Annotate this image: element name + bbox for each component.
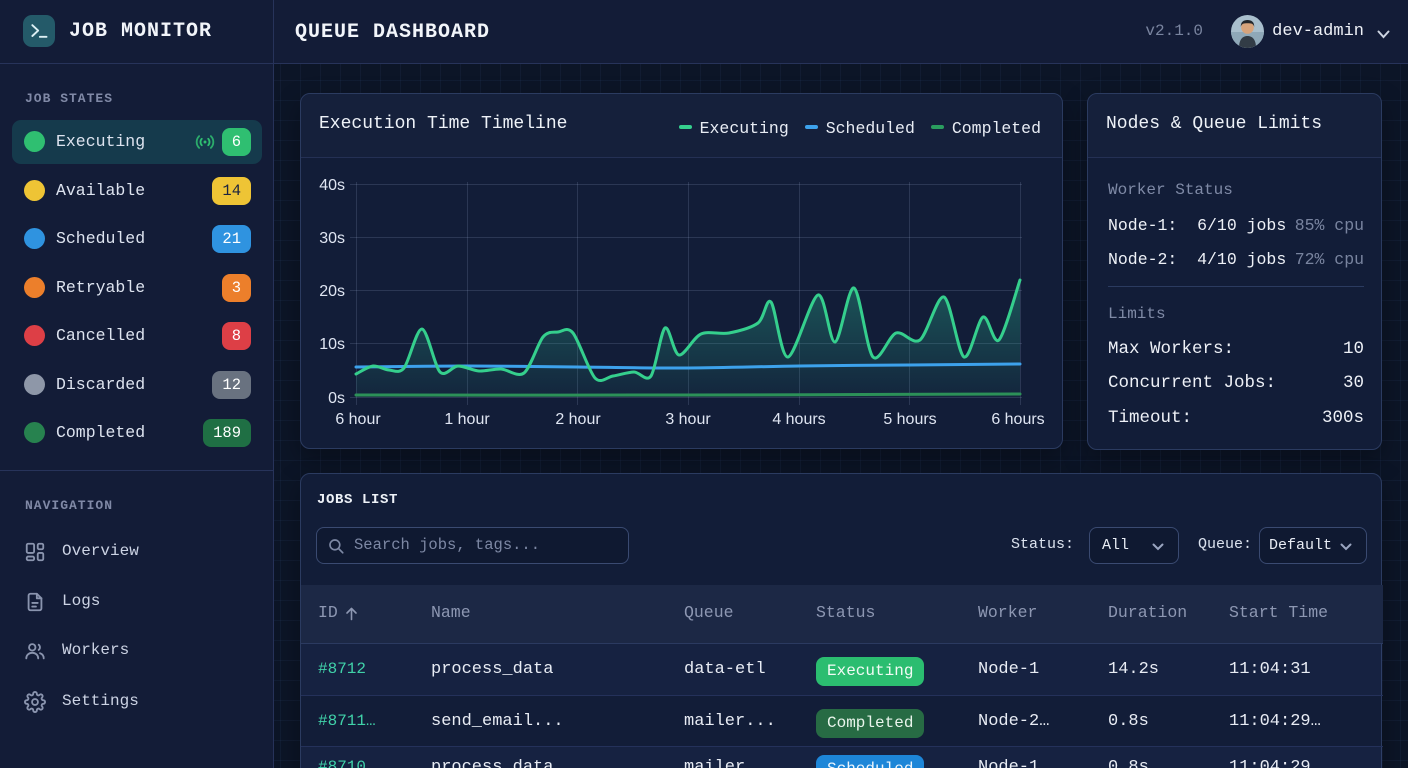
svg-text:6 hour: 6 hour [335, 411, 381, 428]
svg-text:6 hours: 6 hours [991, 411, 1044, 428]
svg-text:10s: 10s [319, 336, 345, 353]
svg-text:20s: 20s [319, 283, 345, 300]
svg-text:2 hour: 2 hour [555, 411, 601, 428]
svg-text:30s: 30s [319, 230, 345, 247]
svg-text:40s: 40s [319, 177, 345, 194]
svg-text:5 hours: 5 hours [883, 411, 936, 428]
svg-text:0s: 0s [328, 390, 345, 407]
svg-text:3 hour: 3 hour [665, 411, 711, 428]
svg-text:4 hours: 4 hours [772, 411, 825, 428]
svg-text:1 hour: 1 hour [444, 411, 490, 428]
